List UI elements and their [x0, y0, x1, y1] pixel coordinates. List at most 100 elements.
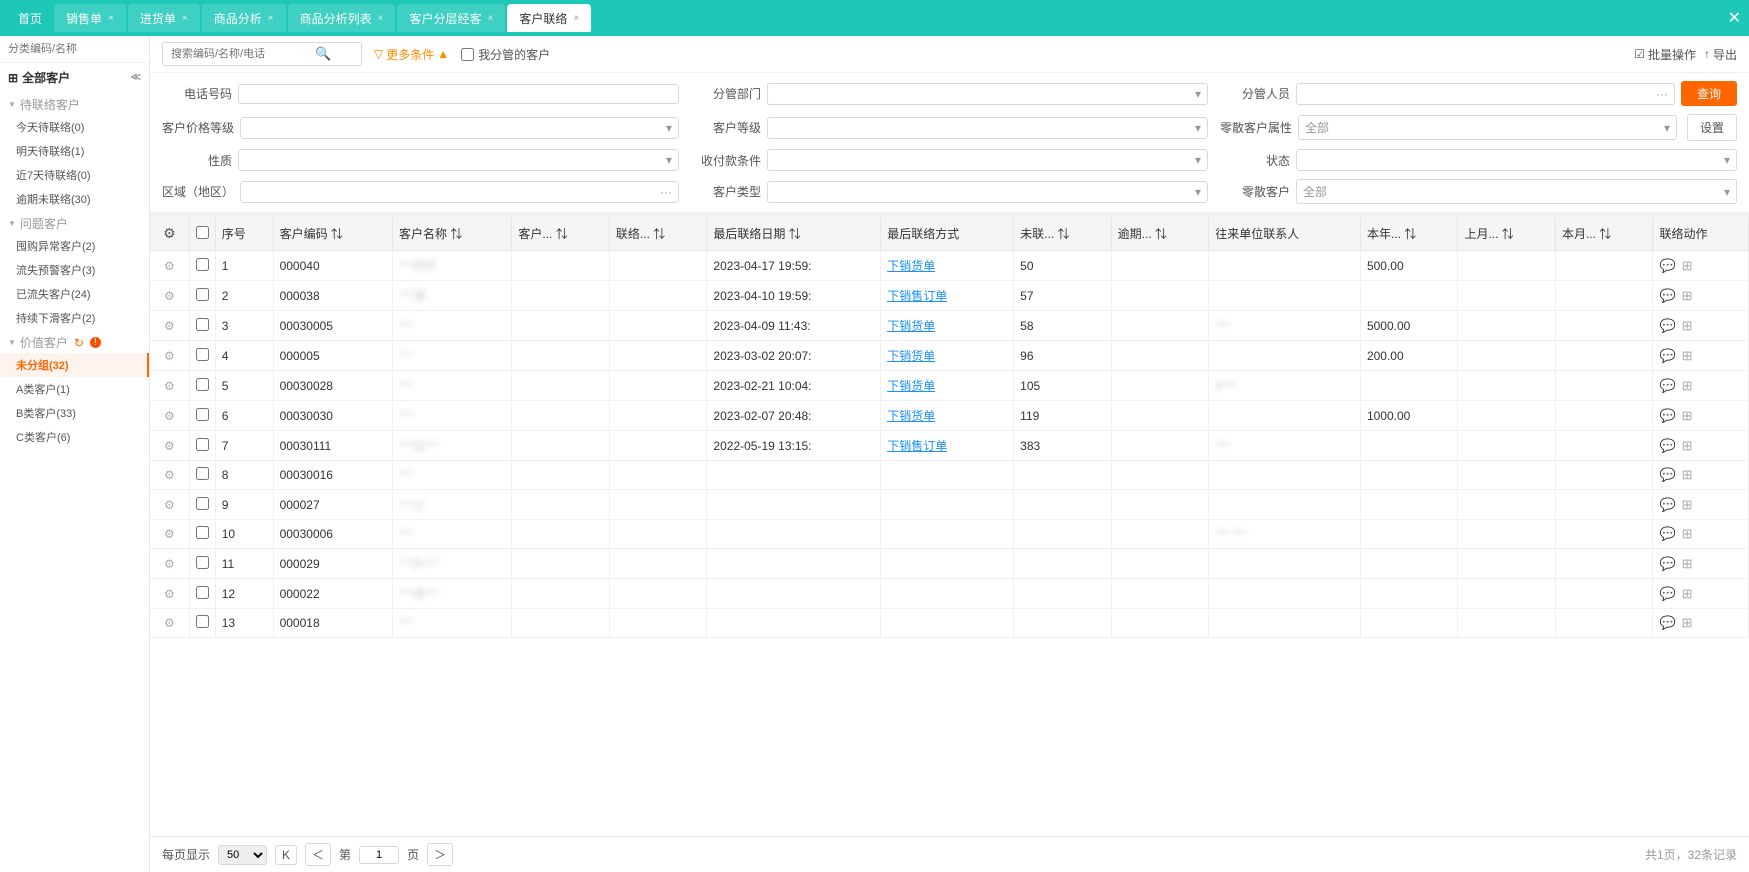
- first-page-button[interactable]: K: [275, 845, 297, 865]
- row-checkbox[interactable]: [196, 408, 209, 421]
- row-checkbox[interactable]: [196, 378, 209, 391]
- query-button[interactable]: 查询: [1681, 81, 1737, 106]
- tab-product-analysis[interactable]: 商品分析 ×: [202, 4, 286, 32]
- gear-icon-row[interactable]: ⚙: [164, 498, 175, 512]
- row-checkbox[interactable]: [196, 258, 209, 271]
- chat-icon[interactable]: 💬: [1659, 348, 1675, 364]
- gear-icon-row[interactable]: ⚙: [164, 527, 175, 541]
- tab-product-analysis-close[interactable]: ×: [268, 13, 274, 24]
- last-way-link[interactable]: 下销货单: [887, 319, 935, 333]
- last-way-link[interactable]: 下销货单: [887, 349, 935, 363]
- row-checkbox[interactable]: [196, 467, 209, 480]
- more-conditions-button[interactable]: ▽ 更多条件 ▲: [374, 46, 449, 63]
- sidebar-item-churned[interactable]: 已流失客户(24): [0, 282, 149, 306]
- row-checkbox[interactable]: [196, 556, 209, 569]
- tab-sales[interactable]: 销售单 ×: [54, 4, 126, 32]
- payment-select[interactable]: ▾: [767, 149, 1208, 171]
- reset-button[interactable]: 设置: [1687, 114, 1737, 141]
- filter-search-box[interactable]: 🔍: [162, 42, 362, 66]
- next-page-button[interactable]: ＞: [427, 843, 453, 866]
- apps-icon[interactable]: ⊞: [1682, 586, 1693, 602]
- filter-search-input[interactable]: [171, 48, 311, 60]
- sidebar-item-tomorrow-pending[interactable]: 明天待联络(1): [0, 139, 149, 163]
- tab-customer-contact[interactable]: 客户联络 ×: [507, 4, 591, 32]
- apps-icon[interactable]: ⊞: [1682, 438, 1693, 454]
- filter-search-icon[interactable]: 🔍: [315, 46, 331, 62]
- sidebar-item-ungroup[interactable]: 未分组(32): [0, 353, 149, 377]
- sidebar-search[interactable]: 🔍: [0, 36, 149, 63]
- refresh-icon[interactable]: ↻: [74, 336, 84, 350]
- select-all-checkbox[interactable]: [196, 226, 209, 239]
- my-customers-toggle[interactable]: 我分管的客户: [461, 46, 550, 63]
- chat-icon[interactable]: 💬: [1659, 586, 1675, 602]
- customer-type-select[interactable]: ▾: [767, 181, 1208, 203]
- row-checkbox[interactable]: [196, 348, 209, 361]
- person-select[interactable]: ···: [1296, 83, 1675, 105]
- chat-icon[interactable]: 💬: [1659, 497, 1675, 513]
- prev-page-button[interactable]: ＜: [305, 843, 331, 866]
- home-tab[interactable]: 首页: [8, 10, 52, 27]
- my-customers-checkbox[interactable]: [461, 48, 474, 61]
- sidebar-all-customers[interactable]: ⊞ 全部客户 ≪: [0, 63, 149, 92]
- chat-icon[interactable]: 💬: [1659, 615, 1675, 631]
- last-way-link[interactable]: 下销货单: [887, 409, 935, 423]
- apps-icon[interactable]: ⊞: [1682, 408, 1693, 424]
- page-size-select[interactable]: 50 100: [218, 845, 267, 865]
- row-checkbox[interactable]: [196, 615, 209, 628]
- apps-icon[interactable]: ⊞: [1682, 258, 1693, 274]
- sidebar-search-input[interactable]: [8, 43, 150, 55]
- gear-icon-row[interactable]: ⚙: [164, 468, 175, 482]
- apps-icon[interactable]: ⊞: [1682, 318, 1693, 334]
- chat-icon[interactable]: 💬: [1659, 378, 1675, 394]
- chat-icon[interactable]: 💬: [1659, 318, 1675, 334]
- chat-icon[interactable]: 💬: [1659, 438, 1675, 454]
- apps-icon[interactable]: ⊞: [1682, 288, 1693, 304]
- gear-icon-row[interactable]: ⚙: [164, 616, 175, 630]
- gear-icon-row[interactable]: ⚙: [164, 319, 175, 333]
- tab-customer-contact-close[interactable]: ×: [573, 13, 579, 24]
- sidebar-item-declining[interactable]: 持续下滑客户(2): [0, 306, 149, 330]
- gear-icon-row[interactable]: ⚙: [164, 409, 175, 423]
- export-button[interactable]: ↑ 导出: [1704, 46, 1737, 63]
- phone-input[interactable]: [238, 84, 679, 104]
- gear-icon-row[interactable]: ⚙: [164, 587, 175, 601]
- region-select[interactable]: ···: [240, 181, 679, 203]
- sidebar-item-today-pending[interactable]: 今天待联络(0): [0, 115, 149, 139]
- chat-icon[interactable]: 💬: [1659, 556, 1675, 572]
- tab-sales-close[interactable]: ×: [108, 13, 114, 24]
- row-checkbox[interactable]: [196, 497, 209, 510]
- sidebar-item-class-b[interactable]: B类客户(33): [0, 401, 149, 425]
- status-select[interactable]: ▾: [1296, 149, 1737, 171]
- sidebar-item-class-a[interactable]: A类客户(1): [0, 377, 149, 401]
- gear-icon-row[interactable]: ⚙: [164, 289, 175, 303]
- gender-select[interactable]: ▾: [238, 149, 679, 171]
- apps-icon[interactable]: ⊞: [1682, 526, 1693, 542]
- apps-icon[interactable]: ⊞: [1682, 378, 1693, 394]
- sidebar-item-class-c[interactable]: C类客户(6): [0, 425, 149, 449]
- customer-level-select[interactable]: ▾: [767, 117, 1208, 139]
- apps-icon[interactable]: ⊞: [1682, 348, 1693, 364]
- last-way-link[interactable]: 下销货单: [887, 259, 935, 273]
- tab-customer-tier-close[interactable]: ×: [487, 13, 493, 24]
- row-checkbox[interactable]: [196, 288, 209, 301]
- chat-icon[interactable]: 💬: [1659, 467, 1675, 483]
- gear-icon-row[interactable]: ⚙: [164, 439, 175, 453]
- sidebar-item-abnormal[interactable]: 囤购异常客户(2): [0, 234, 149, 258]
- apps-icon[interactable]: ⊞: [1682, 556, 1693, 572]
- chat-icon[interactable]: 💬: [1659, 258, 1675, 274]
- page-number-input[interactable]: [359, 846, 399, 864]
- close-window-button[interactable]: ✕: [1728, 8, 1741, 28]
- tab-product-list-close[interactable]: ×: [378, 13, 384, 24]
- gear-icon-row[interactable]: ⚙: [164, 259, 175, 273]
- col-checkbox[interactable]: [189, 217, 215, 251]
- gear-icon[interactable]: ⚙: [163, 225, 176, 241]
- sidebar-item-churn-warning[interactable]: 流失预警客户(3): [0, 258, 149, 282]
- last-way-link[interactable]: 下销售订单: [887, 439, 947, 453]
- apps-icon[interactable]: ⊞: [1682, 497, 1693, 513]
- chat-icon[interactable]: 💬: [1659, 288, 1675, 304]
- retail-attr-select[interactable]: 全部 ▾: [1298, 115, 1677, 140]
- gear-icon-row[interactable]: ⚙: [164, 379, 175, 393]
- price-level-select[interactable]: ▾: [240, 117, 679, 139]
- collapse-icon[interactable]: ≪: [131, 72, 141, 83]
- col-gear[interactable]: ⚙: [150, 217, 189, 251]
